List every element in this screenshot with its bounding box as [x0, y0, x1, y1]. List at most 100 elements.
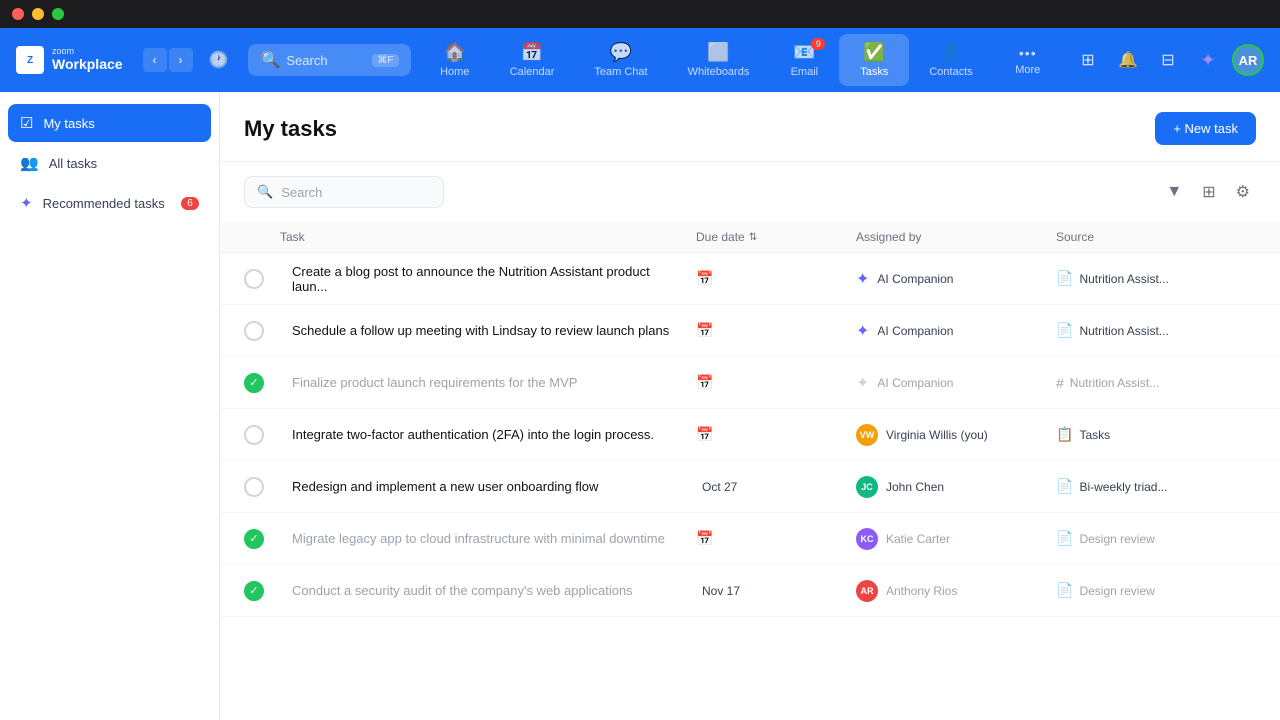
task-source-2: 📄 Nutrition Assist... — [1056, 322, 1256, 339]
content-area: My tasks + New task 🔍 ▼ ⊞ ⚙ Task — [220, 92, 1280, 720]
table-header: Task Due date ⇅ Assigned by Source — [220, 222, 1280, 253]
task-name-3: Finalize product launch requirements for… — [280, 375, 696, 390]
sidebar-item-my-tasks[interactable]: ☑ My tasks — [8, 104, 211, 142]
task-due-3: 📅 — [696, 374, 856, 391]
history-button[interactable]: 🕐 — [205, 46, 233, 74]
app-logo: Z zoom Workplace — [16, 46, 123, 74]
calendar-icon: 📅 — [696, 426, 713, 443]
calendar-icon: 📅 — [696, 374, 713, 391]
col-header-task: Task — [280, 230, 696, 244]
task-assigned-1: ✦ AI Companion — [856, 269, 1056, 289]
task-source-1: 📄 Nutrition Assist... — [1056, 270, 1256, 287]
nav-item-home[interactable]: 🏠 Home — [420, 34, 490, 86]
forward-button[interactable]: › — [169, 48, 193, 72]
user-avatar[interactable]: AR — [1232, 44, 1264, 76]
nav-item-contacts-label: Contacts — [929, 66, 972, 78]
calendar-icon: 📅 — [696, 270, 713, 287]
chat-icon: 💬 — [610, 42, 632, 63]
table-row: Integrate two-factor authentication (2FA… — [220, 409, 1280, 461]
task-assigned-6: KC Katie Carter — [856, 528, 1056, 550]
sidebar-item-recommended[interactable]: ✦ Recommended tasks 6 — [8, 184, 211, 222]
task-name-4: Integrate two-factor authentication (2FA… — [280, 427, 696, 442]
recommended-icon: ✦ — [20, 194, 33, 212]
sidebar-item-all-tasks-label: All tasks — [49, 156, 97, 171]
task-due-5: Oct 27 — [696, 480, 856, 494]
task-checkbox-7[interactable]: ✓ — [244, 581, 264, 601]
user-avatar-kc: KC — [856, 528, 878, 550]
minimize-button[interactable] — [32, 8, 44, 20]
task-search-input[interactable] — [281, 185, 431, 200]
ai-companion-icon: ✦ — [856, 373, 869, 393]
task-checkbox-3[interactable]: ✓ — [244, 373, 264, 393]
calendar-icon: 📅 — [521, 42, 543, 63]
nav-item-team-chat[interactable]: 💬 Team Chat — [574, 34, 667, 86]
navbar: Z zoom Workplace ‹ › 🕐 🔍 ⌘F 🏠 Home — [0, 28, 1280, 92]
task-due-2: 📅 — [696, 322, 856, 339]
apps-button[interactable]: ⊞ — [1072, 44, 1104, 76]
task-source-3: # Nutrition Assist... — [1056, 375, 1256, 391]
task-checkbox-4[interactable] — [244, 425, 264, 445]
nav-item-tasks-label: Tasks — [860, 66, 888, 78]
search-icon: 🔍 — [260, 50, 280, 70]
global-search[interactable]: 🔍 ⌘F — [248, 44, 410, 76]
back-button[interactable]: ‹ — [143, 48, 167, 72]
nav-items: 🏠 Home 📅 Calendar 💬 Team Chat ⬜ Whiteboa… — [411, 34, 1073, 86]
new-task-button[interactable]: + New task — [1155, 112, 1256, 145]
task-checkbox-5[interactable] — [244, 477, 264, 497]
filter-button[interactable]: ▼ — [1160, 176, 1188, 208]
channel-icon: # — [1056, 375, 1064, 391]
task-search-bar[interactable]: 🔍 — [244, 176, 444, 208]
table-row: Create a blog post to announce the Nutri… — [220, 253, 1280, 305]
ai-companion-icon: ✦ — [856, 321, 869, 341]
nav-item-calendar[interactable]: 📅 Calendar — [490, 34, 575, 86]
all-tasks-icon: 👥 — [20, 154, 39, 172]
nav-item-tasks[interactable]: ✅ Tasks — [839, 34, 909, 86]
table-row: ✓ Conduct a security audit of the compan… — [220, 565, 1280, 617]
task-checkbox-2[interactable] — [244, 321, 264, 341]
home-icon: 🏠 — [444, 42, 466, 63]
nav-item-more-label: More — [1015, 64, 1040, 76]
table-row: ✓ Migrate legacy app to cloud infrastruc… — [220, 513, 1280, 565]
task-assigned-3: ✦ AI Companion — [856, 373, 1056, 393]
close-button[interactable] — [12, 8, 24, 20]
tasks-icon: ✅ — [863, 42, 885, 63]
search-input[interactable] — [286, 53, 366, 68]
nav-left: Z zoom Workplace ‹ › 🕐 🔍 ⌘F — [16, 44, 411, 76]
task-source-7: 📄 Design review — [1056, 582, 1256, 599]
task-name-7: Conduct a security audit of the company'… — [280, 583, 696, 598]
panels-button[interactable]: ⊟ — [1152, 44, 1184, 76]
my-tasks-icon: ☑ — [20, 114, 33, 132]
nav-item-whiteboards[interactable]: ⬜ Whiteboards — [668, 34, 770, 86]
search-shortcut: ⌘F — [372, 54, 398, 67]
sidebar-item-my-tasks-label: My tasks — [43, 116, 94, 131]
task-checkbox-1[interactable] — [244, 269, 264, 289]
nav-item-more[interactable]: ••• More — [993, 37, 1063, 84]
maximize-button[interactable] — [52, 8, 64, 20]
title-bar — [0, 0, 1280, 28]
sort-icon: ⇅ — [749, 232, 757, 243]
contacts-icon: 👤 — [940, 42, 962, 63]
nav-item-contacts[interactable]: 👤 Contacts — [909, 34, 992, 86]
settings-button[interactable]: ⚙ — [1230, 176, 1256, 208]
task-due-1: 📅 — [696, 270, 856, 287]
sidebar-item-recommended-label: Recommended tasks — [43, 196, 165, 211]
table-row: ✓ Finalize product launch requirements f… — [220, 357, 1280, 409]
task-due-4: 📅 — [696, 426, 856, 443]
sidebar-item-all-tasks[interactable]: 👥 All tasks — [8, 144, 211, 182]
table-row: Redesign and implement a new user onboar… — [220, 461, 1280, 513]
view-columns-button[interactable]: ⊞ — [1196, 176, 1221, 208]
notifications-button[interactable]: 🔔 — [1112, 44, 1144, 76]
task-name-2: Schedule a follow up meeting with Lindsa… — [280, 323, 696, 338]
more-icon: ••• — [1019, 45, 1037, 61]
ai-companion-button[interactable]: ✦ — [1192, 44, 1224, 76]
task-due-7: Nov 17 — [696, 584, 856, 598]
app-container: Z zoom Workplace ‹ › 🕐 🔍 ⌘F 🏠 Home — [0, 28, 1280, 720]
doc-icon: 📄 — [1056, 322, 1073, 339]
sidebar: ☑ My tasks 👥 All tasks ✦ Recommended tas… — [0, 92, 220, 720]
col-header-source: Source — [1056, 230, 1256, 244]
nav-right: ⊞ 🔔 ⊟ ✦ AR — [1072, 44, 1264, 76]
doc-icon: 📄 — [1056, 530, 1073, 547]
nav-item-calendar-label: Calendar — [510, 66, 555, 78]
task-checkbox-6[interactable]: ✓ — [244, 529, 264, 549]
nav-item-email[interactable]: 📧 Email 9 — [769, 34, 839, 86]
